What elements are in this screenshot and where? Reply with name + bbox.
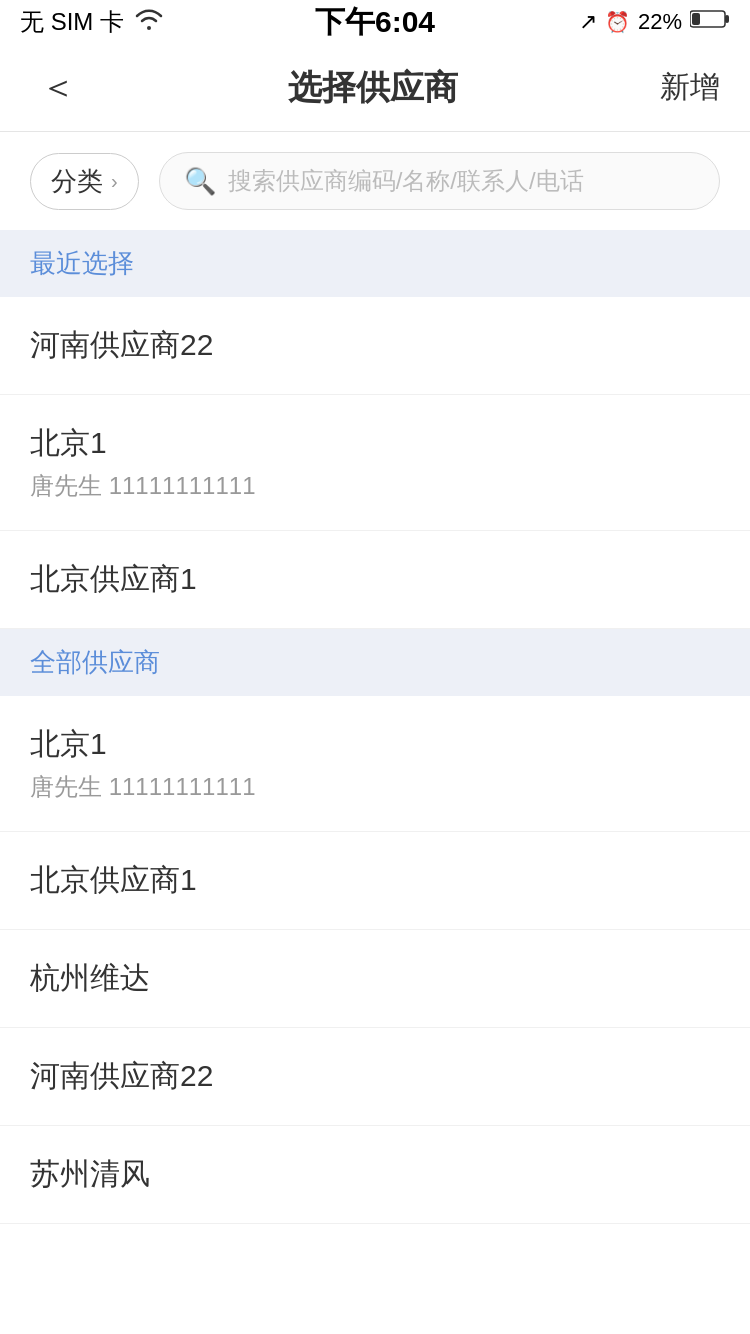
recent-items-list: 河南供应商22 北京1 唐先生 11111111111 北京供应商1 xyxy=(0,297,750,629)
nav-bar: ＜ 选择供应商 新增 xyxy=(0,44,750,132)
all-list-item[interactable]: 杭州维达 xyxy=(0,930,750,1028)
item-name: 北京1 xyxy=(30,724,720,765)
category-label: 分类 xyxy=(51,164,103,199)
search-placeholder: 搜索供应商编码/名称/联系人/电话 xyxy=(228,165,584,197)
chevron-right-icon: › xyxy=(111,170,118,193)
recent-section-header: 最近选择 xyxy=(0,230,750,297)
all-list-item[interactable]: 苏州清风 xyxy=(0,1126,750,1224)
carrier-text: 无 SIM 卡 xyxy=(20,6,124,38)
battery-text: 22% xyxy=(638,9,682,35)
add-button[interactable]: 新增 xyxy=(660,67,720,108)
all-items-list: 北京1 唐先生 11111111111 北京供应商1 杭州维达河南供应商22 苏州清风 xyxy=(0,696,750,1224)
item-name: 河南供应商22 xyxy=(30,1056,720,1097)
svg-rect-2 xyxy=(692,13,700,25)
recent-list-item[interactable]: 河南供应商22 xyxy=(0,297,750,395)
status-right: ↗ ⏰ 22% xyxy=(579,9,730,35)
all-list-item[interactable]: 北京1 唐先生 11111111111 xyxy=(0,696,750,832)
status-left: 无 SIM 卡 xyxy=(20,6,164,38)
back-button[interactable]: ＜ xyxy=(30,53,86,122)
recent-section-label: 最近选择 xyxy=(30,248,134,278)
filter-bar: 分类 › 🔍 搜索供应商编码/名称/联系人/电话 xyxy=(0,132,750,230)
search-icon: 🔍 xyxy=(184,166,216,197)
item-name: 杭州维达 xyxy=(30,958,720,999)
status-time: 下午6:04 xyxy=(315,2,435,43)
all-list-item[interactable]: 北京供应商1 xyxy=(0,832,750,930)
item-name: 北京1 xyxy=(30,423,720,464)
location-icon: ↗ xyxy=(579,9,597,35)
item-name: 河南供应商22 xyxy=(30,325,720,366)
item-name: 苏州清风 xyxy=(30,1154,720,1195)
item-name: 北京供应商1 xyxy=(30,559,720,600)
page-title: 选择供应商 xyxy=(288,65,458,111)
battery-icon xyxy=(690,9,730,35)
all-section-label: 全部供应商 xyxy=(30,647,160,677)
all-list-item[interactable]: 河南供应商22 xyxy=(0,1028,750,1126)
svg-rect-1 xyxy=(725,15,729,23)
item-detail: 唐先生 11111111111 xyxy=(30,470,720,502)
item-name: 北京供应商1 xyxy=(30,860,720,901)
wifi-icon xyxy=(134,8,164,36)
status-bar: 无 SIM 卡 下午6:04 ↗ ⏰ 22% xyxy=(0,0,750,44)
alarm-icon: ⏰ xyxy=(605,10,630,34)
category-button[interactable]: 分类 › xyxy=(30,153,139,210)
recent-list-item[interactable]: 北京供应商1 xyxy=(0,531,750,629)
all-section-header: 全部供应商 xyxy=(0,629,750,696)
search-box[interactable]: 🔍 搜索供应商编码/名称/联系人/电话 xyxy=(159,152,720,210)
item-detail: 唐先生 11111111111 xyxy=(30,771,720,803)
recent-list-item[interactable]: 北京1 唐先生 11111111111 xyxy=(0,395,750,531)
